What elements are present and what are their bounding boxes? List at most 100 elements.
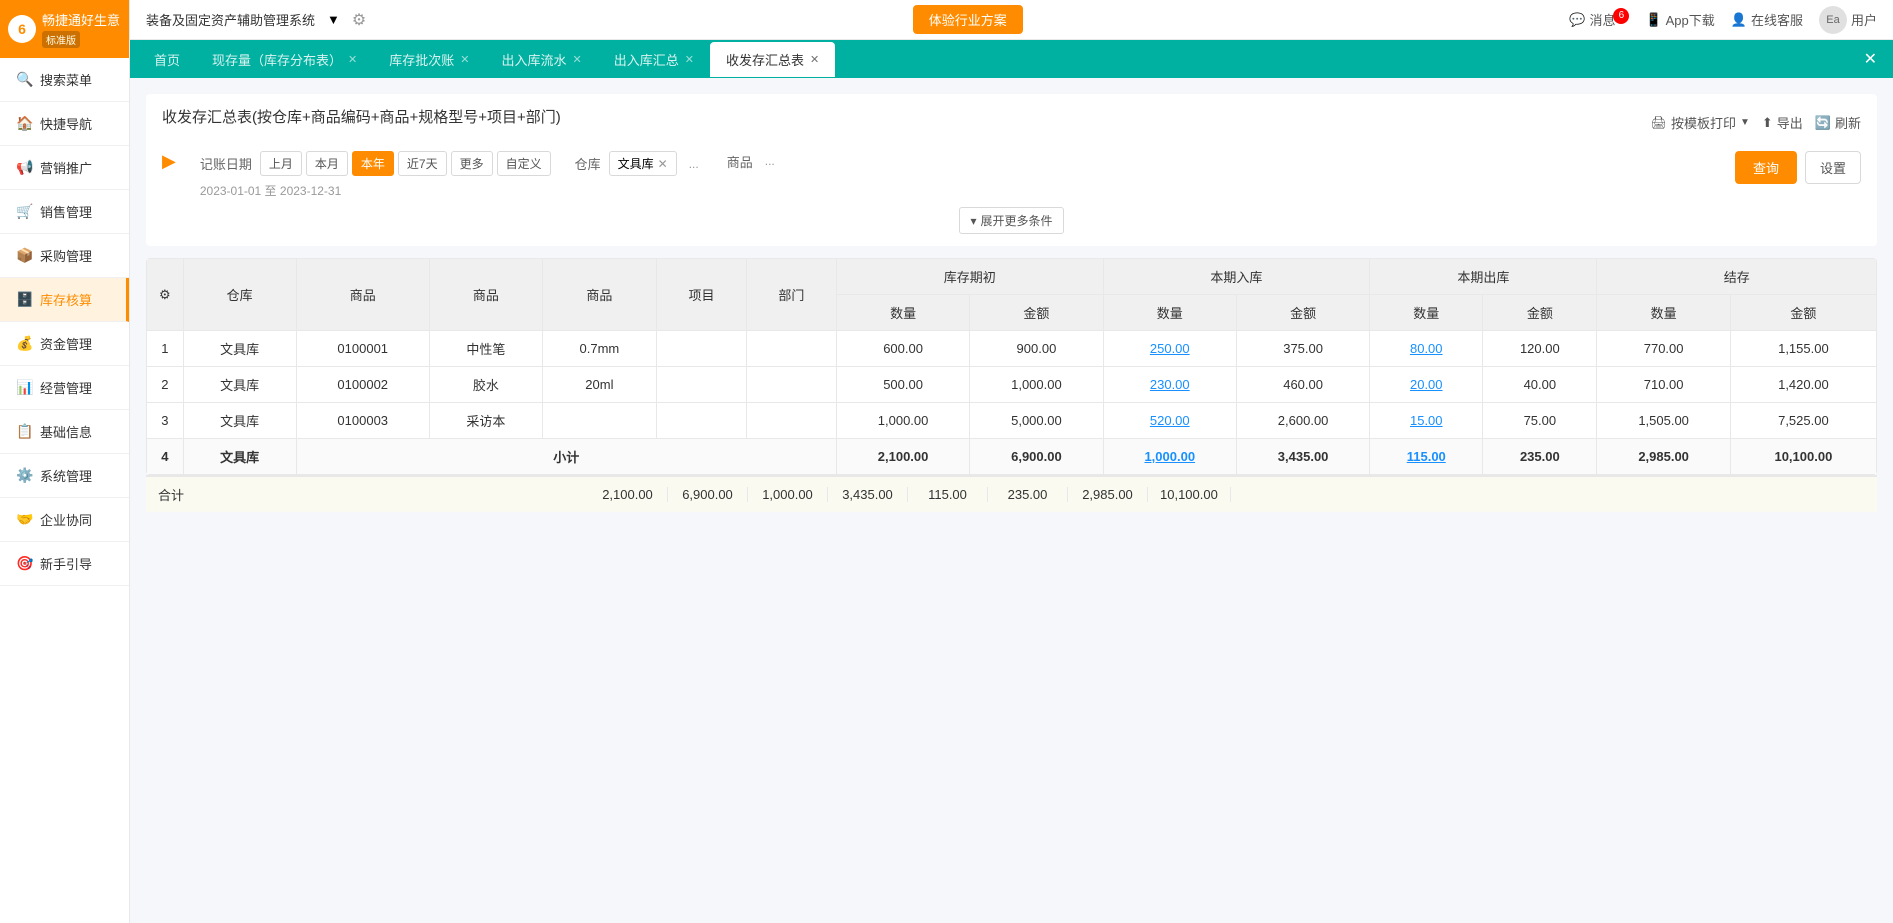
cell-no: 3 — [147, 403, 184, 439]
tab-receive-send[interactable]: 收发存汇总表 ✕ — [710, 42, 835, 77]
app-download-icon: 📱 — [1645, 12, 1661, 28]
cell-in-qty[interactable]: 230.00 — [1103, 367, 1236, 403]
operation-icon: 📊 — [16, 379, 32, 396]
th-settings[interactable]: ⚙ — [147, 259, 184, 331]
tab-receive-send-close[interactable]: ✕ — [810, 53, 819, 66]
date-btn-last-month[interactable]: 上月 — [260, 151, 302, 176]
cell-out-qty[interactable]: 80.00 — [1370, 331, 1483, 367]
dropdown-icon: ▼ — [327, 12, 340, 27]
cell-project — [656, 331, 746, 367]
date-btn-more[interactable]: 更多 — [451, 151, 493, 176]
warehouse-more[interactable]: ... — [685, 154, 703, 174]
service-icon: 👤 — [1731, 12, 1747, 28]
cell-out-qty[interactable]: 20.00 — [1370, 367, 1483, 403]
date-btn-this-month[interactable]: 本月 — [306, 151, 348, 176]
avatar: Ea — [1819, 6, 1847, 34]
print-btn[interactable]: 🖨 按模板打印 ▼ — [1650, 113, 1749, 132]
collab-icon: 🤝 — [16, 511, 32, 528]
notification-item[interactable]: 💬 消息 6 — [1569, 10, 1629, 29]
setting-button[interactable]: 设置 — [1805, 151, 1861, 184]
tabbar-close-icon[interactable]: ✕ — [1856, 45, 1885, 73]
expand-btn[interactable]: ▾ 展开更多条件 — [959, 207, 1063, 234]
subtotal-open-qty: 2,100.00 — [836, 439, 969, 475]
online-service-item[interactable]: 👤 在线客服 — [1731, 10, 1803, 29]
user-item[interactable]: Ea 用户 — [1819, 6, 1877, 34]
sidebar-label-search: 搜索菜单 — [40, 70, 92, 89]
tab-batch[interactable]: 库存批次账 ✕ — [373, 42, 485, 77]
cell-bal-qty: 1,505.00 — [1597, 403, 1730, 439]
date-btn-7days[interactable]: 近7天 — [398, 151, 447, 176]
cell-out-qty[interactable]: 15.00 — [1370, 403, 1483, 439]
in-qty-link[interactable]: 230.00 — [1150, 377, 1190, 392]
query-button[interactable]: 查询 — [1735, 151, 1797, 184]
print-dropdown-icon: ▼ — [1740, 117, 1750, 128]
sidebar-item-marketing[interactable]: 📢营销推广 — [0, 146, 129, 190]
out-qty-link[interactable]: 15.00 — [1410, 413, 1443, 428]
date-btn-custom[interactable]: 自定义 — [497, 151, 551, 176]
tab-flow[interactable]: 出入库流水 ✕ — [485, 42, 597, 77]
warehouse-tag[interactable]: 文具库 ✕ — [609, 151, 677, 176]
th-inbound: 本期入库 — [1103, 259, 1370, 295]
cell-bal-amt: 7,525.00 — [1730, 403, 1876, 439]
sidebar-item-system[interactable]: ⚙️系统管理 — [0, 454, 129, 498]
sidebar-item-finance[interactable]: 💰资金管理 — [0, 322, 129, 366]
table-header-row-1: ⚙ 仓库 商品 商品 商品 项目 部门 库存期初 本期入库 本期出库 结存 — [147, 259, 1877, 295]
arrow-toggle[interactable]: ▶ — [162, 151, 176, 172]
sidebar-label-system: 系统管理 — [40, 466, 92, 485]
tab-summary-close[interactable]: ✕ — [685, 53, 694, 66]
cell-spec — [542, 403, 656, 439]
out-qty-link[interactable]: 20.00 — [1410, 377, 1443, 392]
tab-summary-label: 出入库汇总 — [614, 50, 679, 69]
cell-project — [656, 367, 746, 403]
tab-inventory-dist[interactable]: 现存量（库存分布表） ✕ — [196, 42, 373, 77]
tab-home[interactable]: 首页 — [138, 42, 196, 77]
sidebar-item-search[interactable]: 🔍 搜索菜单 — [0, 58, 129, 102]
settings-icon[interactable]: ⚙ — [352, 10, 366, 30]
tab-flow-close[interactable]: ✕ — [573, 53, 582, 66]
expand-icon: ▾ — [970, 214, 976, 228]
cell-no: 2 — [147, 367, 184, 403]
sidebar-item-collab[interactable]: 🤝企业协同 — [0, 498, 129, 542]
cell-bal-amt: 1,420.00 — [1730, 367, 1876, 403]
export-btn[interactable]: ⬆ 导出 — [1762, 113, 1803, 132]
search-icon: 🔍 — [16, 71, 32, 88]
in-qty-link[interactable]: 520.00 — [1150, 413, 1190, 428]
settings-gear-icon[interactable]: ⚙ — [159, 287, 171, 302]
notification-label: 消息 — [1589, 10, 1615, 29]
sidebar-item-inventory[interactable]: 🗄️库存核算 — [0, 278, 129, 322]
out-qty-link[interactable]: 80.00 — [1410, 341, 1443, 356]
cell-in-qty[interactable]: 250.00 — [1103, 331, 1236, 367]
cell-open-qty: 500.00 — [836, 367, 969, 403]
cell-dept — [746, 403, 836, 439]
warehouse-tag-close[interactable]: ✕ — [658, 157, 668, 171]
cell-in-amt: 375.00 — [1236, 331, 1369, 367]
cell-code: 0100003 — [296, 403, 429, 439]
total-label: 合计 — [158, 485, 588, 504]
tab-inventory-dist-close[interactable]: ✕ — [348, 53, 357, 66]
topbar-right: 💬 消息 6 📱 App下载 👤 在线客服 Ea 用户 — [1569, 6, 1877, 34]
goods-more[interactable]: ... — [761, 151, 779, 171]
app-download-item[interactable]: 📱 App下载 — [1645, 10, 1714, 29]
refresh-btn[interactable]: 🔄 刷新 — [1815, 113, 1861, 132]
experience-btn[interactable]: 体验行业方案 — [913, 5, 1023, 34]
sidebar-item-sales[interactable]: 🛒销售管理 — [0, 190, 129, 234]
sidebar-item-quick[interactable]: 🏠快捷导航 — [0, 102, 129, 146]
export-icon: ⬆ — [1762, 115, 1773, 131]
in-qty-link[interactable]: 250.00 — [1150, 341, 1190, 356]
sidebar: 6 畅捷通好生意 标准版 🔍搜索菜单🏠快捷导航📢营销推广🛒销售管理📦采购管理🗄️… — [0, 0, 130, 923]
date-btn-this-year[interactable]: 本年 — [352, 151, 394, 176]
sidebar-item-purchase[interactable]: 📦采购管理 — [0, 234, 129, 278]
sidebar-item-operation[interactable]: 📊经营管理 — [0, 366, 129, 410]
tab-summary[interactable]: 出入库汇总 ✕ — [598, 42, 710, 77]
cell-in-qty[interactable]: 520.00 — [1103, 403, 1236, 439]
cell-open-amt: 1,000.00 — [970, 367, 1103, 403]
sidebar-item-base[interactable]: 📋基础信息 — [0, 410, 129, 454]
cell-bal-amt: 1,155.00 — [1730, 331, 1876, 367]
tab-batch-close[interactable]: ✕ — [460, 53, 469, 66]
tabbar: 首页 现存量（库存分布表） ✕ 库存批次账 ✕ 出入库流水 ✕ 出入库汇总 ✕ … — [130, 40, 1893, 78]
refresh-icon: 🔄 — [1815, 115, 1831, 131]
sidebar-item-guide[interactable]: 🎯新手引导 — [0, 542, 129, 586]
table-container: ⚙ 仓库 商品 商品 商品 项目 部门 库存期初 本期入库 本期出库 结存 — [146, 258, 1877, 475]
system-dropdown[interactable]: ▼ — [327, 12, 340, 27]
subtotal-no: 4 — [147, 439, 184, 475]
